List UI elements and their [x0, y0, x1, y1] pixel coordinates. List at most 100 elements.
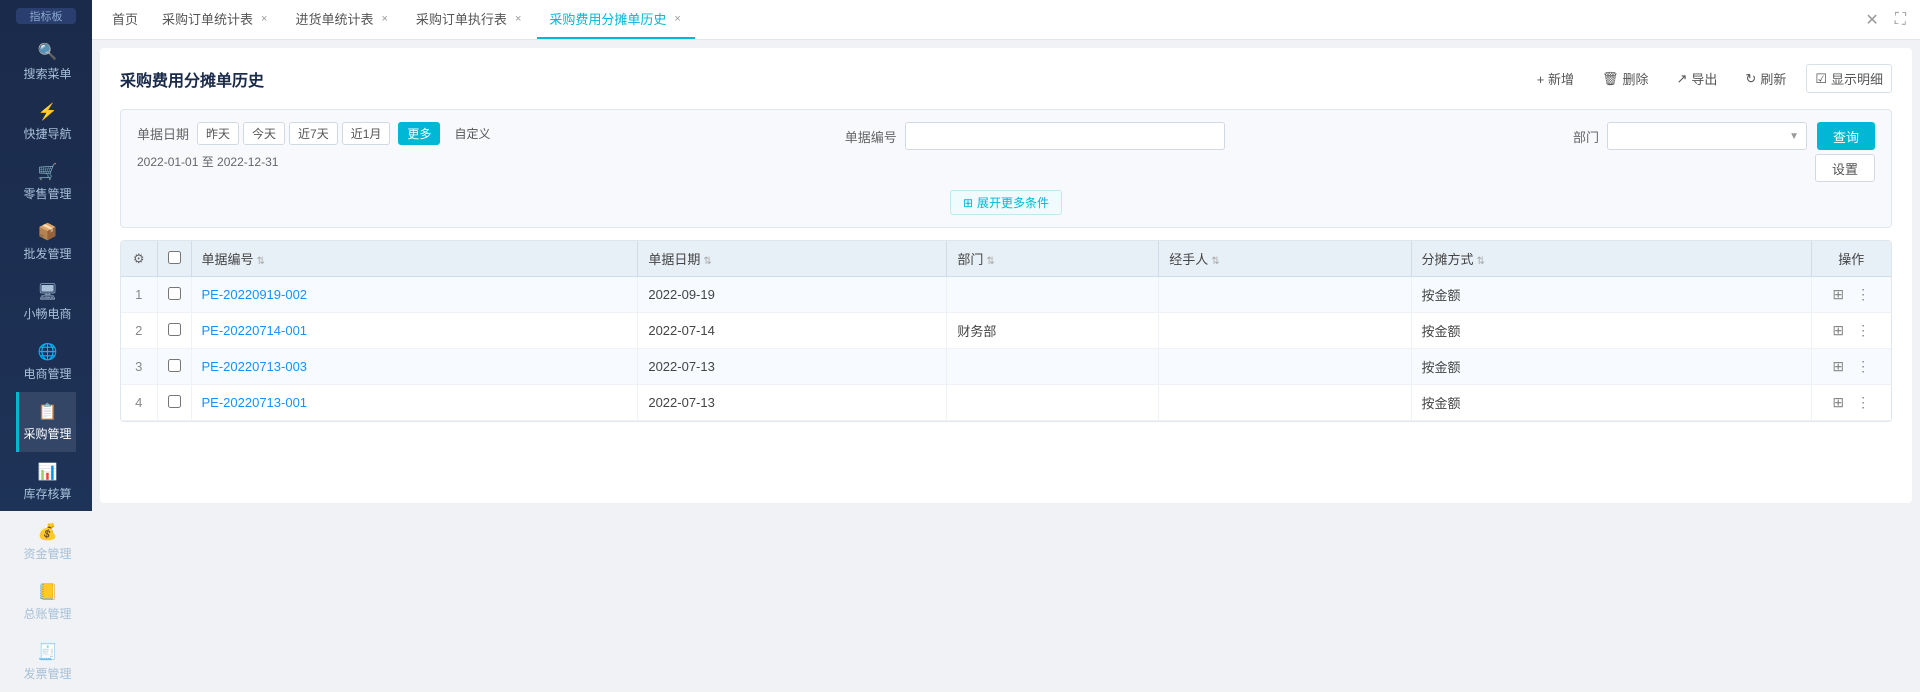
search-icon: 🔍: [38, 42, 58, 62]
add-button[interactable]: + 新增: [1529, 65, 1582, 92]
sidebar-item-purchase[interactable]: 📋采购管理: [16, 392, 75, 452]
filter-date-top: 单据日期 昨天今天近7天近1月 更多 自定义: [137, 122, 496, 145]
view-op-icon[interactable]: ⊞: [1830, 320, 1846, 341]
sidebar-item-invoice[interactable]: 🧾发票管理: [16, 632, 75, 692]
row-num: 3: [135, 359, 142, 374]
row-checkbox[interactable]: [168, 395, 181, 408]
refresh-icon: ↻: [1745, 71, 1756, 87]
col-header-dept[interactable]: 部门⇅: [947, 241, 1159, 277]
data-table: ⚙单据编号⇅单据日期⇅部门⇅经手人⇅分摊方式⇅操作 1PE-20220919-0…: [121, 241, 1891, 421]
export-button[interactable]: ↗ 导出: [1668, 65, 1725, 92]
view-op-icon[interactable]: ⊞: [1830, 356, 1846, 377]
maximize-window-btn[interactable]: ⛶: [1891, 9, 1910, 31]
sidebar-item-finance[interactable]: 💰资金管理: [16, 512, 75, 572]
sidebar-item-label: 发票管理: [23, 665, 71, 682]
checkbox-icon: ☑: [1815, 71, 1827, 87]
more-op-icon[interactable]: ⋮: [1854, 320, 1872, 341]
handler-cell: [1159, 313, 1411, 349]
tab-home[interactable]: 首页: [102, 0, 148, 39]
tab-goods_receipt_stats[interactable]: 进货单统计表 ×: [283, 0, 401, 39]
ops-cell: ⊞ ⋮: [1811, 385, 1891, 421]
doc-number-link[interactable]: PE-20220714-001: [202, 323, 308, 338]
sidebar-item-wholesale[interactable]: 📦批发管理: [16, 212, 75, 272]
sidebar-item-ecommerce[interactable]: 🌐 电商管理: [16, 332, 75, 392]
view-op-icon[interactable]: ⊞: [1830, 284, 1846, 305]
main-content: 首页 采购订单统计表× 进货单统计表 × 采购订单执行表 × 采购费用分摊单历史 × ✕ ⛶…: [92, 0, 1920, 511]
ops-cell: ⊞ ⋮: [1811, 313, 1891, 349]
split-method-cell: 按金额: [1411, 349, 1811, 385]
table-row: 4PE-20220713-0012022-07-13按金额 ⊞ ⋮: [121, 385, 1891, 421]
doc-number-input[interactable]: [905, 122, 1225, 150]
tab-close-icon[interactable]: ×: [513, 12, 523, 26]
tab-purchase_order_stats[interactable]: 采购订单统计表×: [150, 0, 281, 39]
more-op-icon[interactable]: ⋮: [1854, 356, 1872, 377]
doc-date-cell: 2022-09-19: [638, 277, 947, 313]
data-table-container: ⚙单据编号⇅单据日期⇅部门⇅经手人⇅分摊方式⇅操作 1PE-20220919-0…: [120, 240, 1892, 422]
quicknav-icon: ⚡: [38, 102, 58, 122]
sidebar-item-retail[interactable]: 🛒零售管理: [16, 152, 75, 212]
row-checkbox[interactable]: [168, 359, 181, 372]
tab-purchase_cost_history[interactable]: 采购费用分摊单历史 ×: [537, 0, 694, 39]
date-quick-btn[interactable]: 近1月: [342, 122, 391, 145]
sidebar-item-quicknav[interactable]: ⚡快捷导航: [16, 92, 75, 152]
doc-number-link[interactable]: PE-20220713-003: [202, 359, 308, 374]
sort-icon: ⇅: [986, 256, 994, 267]
custom-date-btn[interactable]: 自定义: [448, 123, 496, 144]
date-quick-btn[interactable]: 近7天: [289, 122, 338, 145]
tab-close-icon[interactable]: ×: [259, 12, 269, 26]
more-op-icon[interactable]: ⋮: [1854, 284, 1872, 305]
sidebar-item-inventory[interactable]: 📊库存核算: [16, 452, 75, 512]
tab-label: 采购订单执行表: [416, 9, 507, 28]
tab-close-icon[interactable]: ×: [672, 12, 682, 26]
dept-select[interactable]: [1607, 122, 1807, 150]
doc-number-cell: PE-20220713-003: [191, 349, 638, 385]
sidebar: 指标板 🔍搜索菜单⚡快捷导航🛒零售管理📦批发管理🖥小畅电商🌐电商管理📋采购管理📊…: [0, 0, 92, 511]
sidebar-item-search[interactable]: 🔍搜索菜单: [16, 32, 75, 92]
more-op-icon[interactable]: ⋮: [1854, 392, 1872, 413]
table-settings-icon[interactable]: ⚙: [133, 251, 145, 266]
more-date-btn[interactable]: 更多: [398, 122, 440, 145]
page-title: 采购费用分摊单历史: [120, 67, 264, 91]
filter-date-btns: 昨天今天近7天近1月: [197, 122, 390, 145]
select-all-checkbox[interactable]: [168, 251, 181, 264]
refresh-button[interactable]: ↻ 刷新: [1737, 65, 1794, 92]
row-checkbox[interactable]: [168, 287, 181, 300]
expand-more-button[interactable]: ⊞ 展开更多条件: [950, 190, 1062, 215]
date-quick-btn[interactable]: 今天: [243, 122, 285, 145]
col-header-split_method[interactable]: 分摊方式⇅: [1411, 241, 1811, 277]
row-checkbox[interactable]: [168, 323, 181, 336]
tab-bar: 首页 采购订单统计表× 进货单统计表 × 采购订单执行表 × 采购费用分摊单历史 × ✕ ⛶: [92, 0, 1920, 40]
sidebar-item-label: 零售管理: [23, 185, 71, 202]
col-header-doc_date[interactable]: 单据日期⇅: [638, 241, 947, 277]
doc-date-cell: 2022-07-13: [638, 349, 947, 385]
tab-label: 进货单统计表: [295, 9, 373, 28]
doc-number-link[interactable]: PE-20220919-002: [202, 287, 308, 302]
delete-button[interactable]: 🗑 删除: [1594, 65, 1657, 92]
tab-label: 采购费用分摊单历史: [549, 9, 666, 28]
tab-close-icon[interactable]: ×: [379, 12, 389, 26]
sidebar-item-label: 电商管理: [23, 365, 71, 382]
tab-purchase_order_exec[interactable]: 采购订单执行表 ×: [404, 0, 535, 39]
doc-number-link[interactable]: PE-20220713-001: [202, 395, 308, 410]
expand-icon: ⊞: [963, 196, 973, 210]
view-op-icon[interactable]: ⊞: [1830, 392, 1846, 413]
filter-middle-section: 单据编号: [516, 122, 1553, 150]
ecommerce-icon: 🌐: [38, 342, 58, 362]
table-row: 3 PE-20220713-003 2022-07-13 按金额 ⊞ ⋮: [121, 349, 1891, 385]
row-checkbox-cell: [157, 313, 191, 349]
close-window-btn[interactable]: ✕: [1861, 8, 1882, 32]
filter-settings-button[interactable]: 设置: [1815, 154, 1875, 182]
col-header-handler[interactable]: 经手人⇅: [1159, 241, 1411, 277]
date-quick-btn[interactable]: 昨天: [197, 122, 239, 145]
sidebar-item-ecommerce_small[interactable]: 🖥小畅电商: [16, 272, 75, 332]
col-header-doc_number[interactable]: 单据编号⇅: [191, 241, 638, 277]
search-button[interactable]: 查询: [1817, 122, 1875, 150]
filter-date-section: 单据日期 昨天今天近7天近1月 更多 自定义 2022-01-01 至 2022…: [137, 122, 496, 170]
date-filter-label: 单据日期: [137, 124, 189, 143]
right-filter-section: 部门 ▼ 查询 设置: [1573, 122, 1875, 182]
dept-label: 部门: [1573, 127, 1599, 146]
sidebar-item-ledger[interactable]: 📒总账管理: [16, 572, 75, 632]
tab-bar-actions: ✕ ⛶: [1861, 8, 1910, 32]
date-range-display: 2022-01-01 至 2022-12-31: [137, 153, 496, 170]
show-cols-button[interactable]: ☑ 显示明细: [1806, 64, 1892, 93]
